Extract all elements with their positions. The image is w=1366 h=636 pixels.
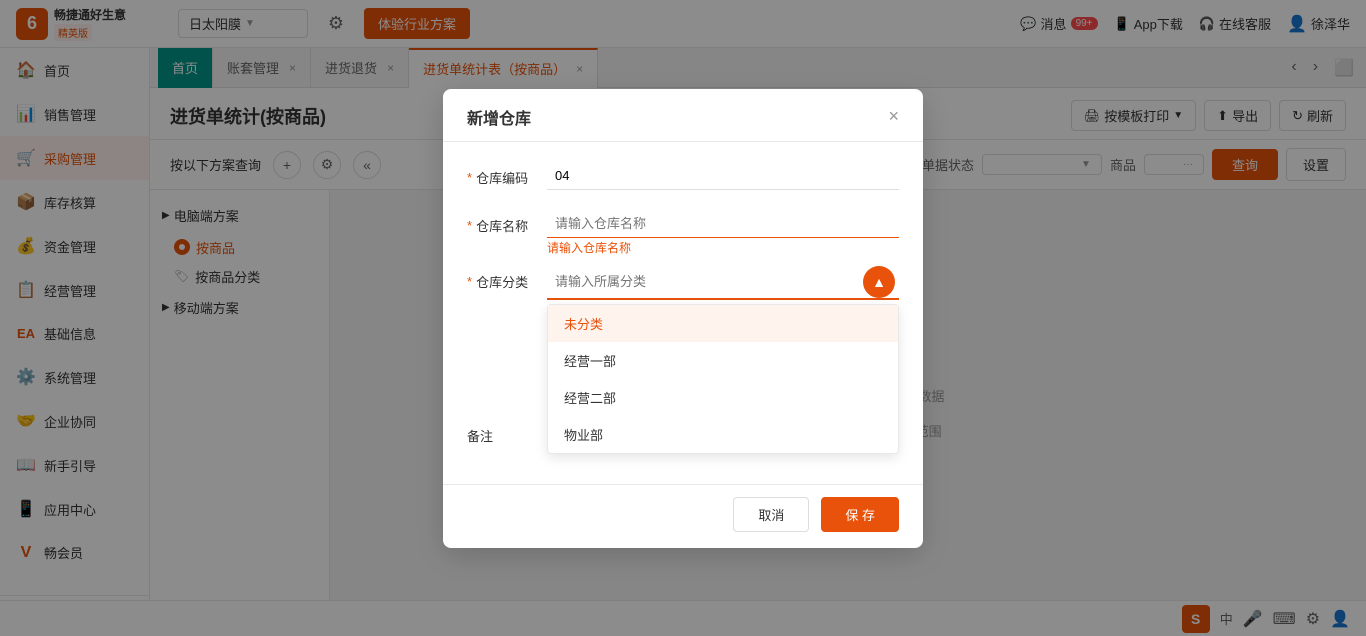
modal-overlay: 新增仓库 × * 仓库编码 * 仓库名称 请输入仓库名称 (0, 0, 1366, 636)
warehouse-code-label: * 仓库编码 (467, 162, 547, 187)
name-error-msg: 请输入仓库名称 (547, 239, 631, 256)
warehouse-name-label: * 仓库名称 (467, 210, 547, 235)
warehouse-category-row: * 仓库分类 ▲ 未分类 经营一部 经营二部 物业部 (467, 266, 899, 300)
cancel-btn[interactable]: 取消 (733, 497, 809, 532)
warehouse-note-label: 备注 (467, 420, 547, 445)
dropdown-item-property[interactable]: 物业部 (548, 416, 898, 453)
modal-title: 新增仓库 (467, 105, 531, 129)
dropdown-item-dept1[interactable]: 经营一部 (548, 342, 898, 379)
warehouse-code-row: * 仓库编码 (467, 162, 899, 190)
name-field-wrapper: 请输入仓库名称 (547, 210, 899, 238)
warehouse-name-input[interactable] (547, 210, 899, 238)
category-input[interactable] (547, 268, 863, 295)
warehouse-code-input[interactable] (547, 162, 899, 190)
dropdown-item-dept2[interactable]: 经营二部 (548, 379, 898, 416)
category-toggle-btn[interactable]: ▲ (863, 266, 895, 298)
warehouse-category-label: * 仓库分类 (467, 266, 547, 291)
category-dropdown: 未分类 经营一部 经营二部 物业部 (547, 304, 899, 454)
category-input-row: ▲ (547, 266, 899, 300)
modal-footer: 取消 保 存 (443, 484, 923, 548)
add-warehouse-modal: 新增仓库 × * 仓库编码 * 仓库名称 请输入仓库名称 (443, 89, 923, 548)
modal-body: * 仓库编码 * 仓库名称 请输入仓库名称 * (443, 142, 923, 484)
warehouse-name-row: * 仓库名称 请输入仓库名称 (467, 210, 899, 238)
modal-header: 新增仓库 × (443, 89, 923, 142)
save-btn[interactable]: 保 存 (821, 497, 899, 532)
modal-close-btn[interactable]: × (888, 106, 899, 127)
category-wrapper: ▲ 未分类 经营一部 经营二部 物业部 (547, 266, 899, 300)
dropdown-item-uncategorized[interactable]: 未分类 (548, 305, 898, 342)
